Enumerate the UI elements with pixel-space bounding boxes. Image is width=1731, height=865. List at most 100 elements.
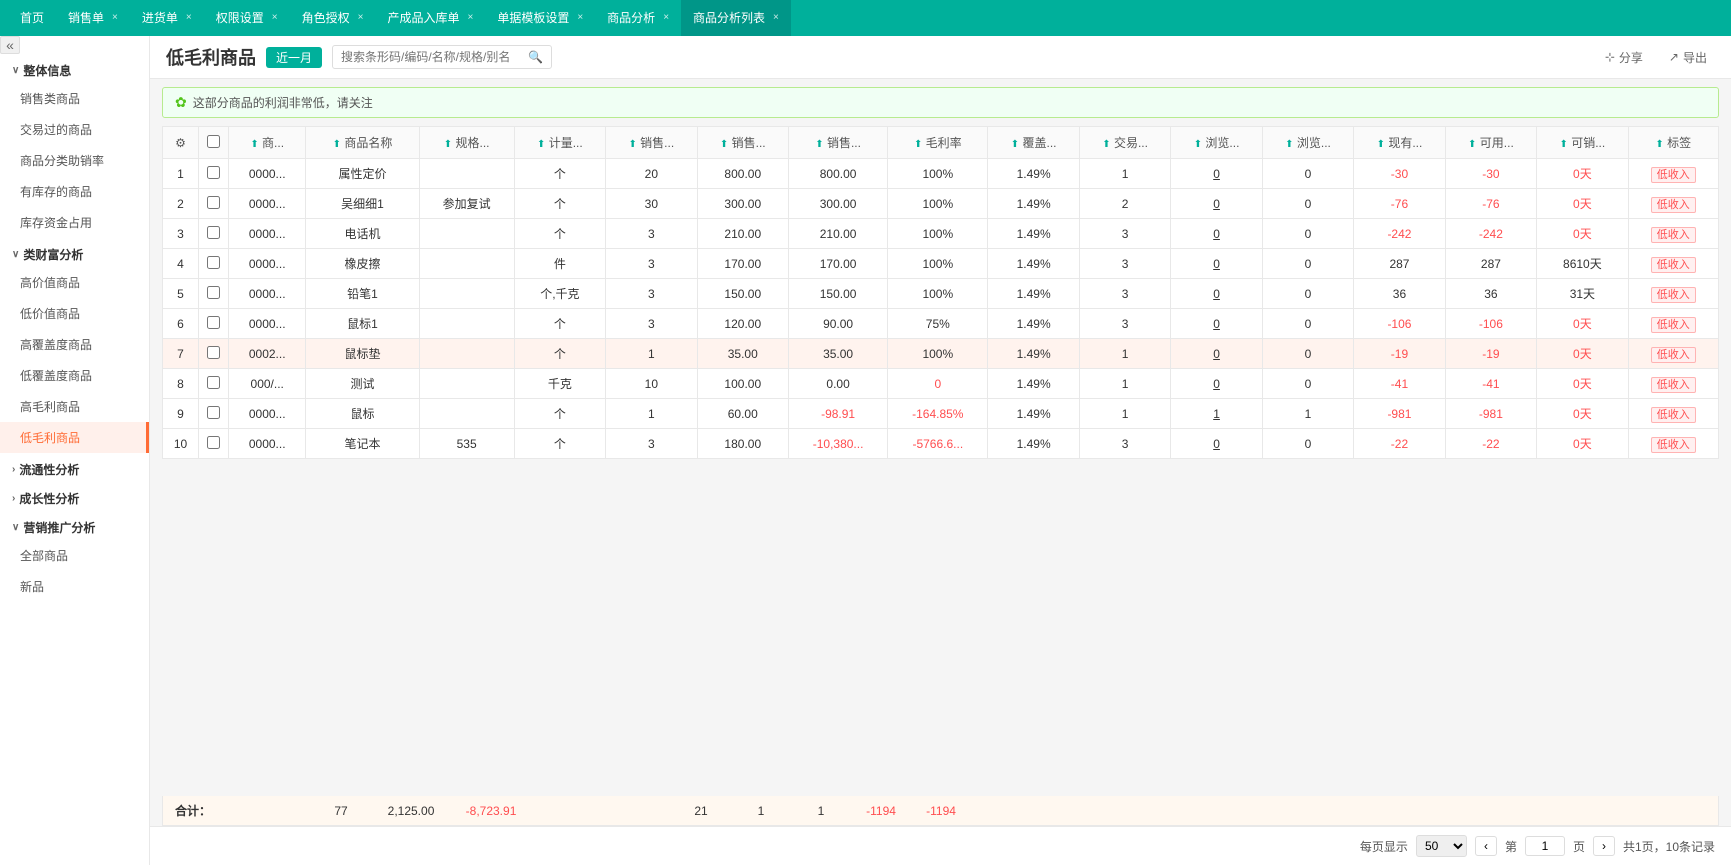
sidebar-item-all-products[interactable]: 全部商品 (0, 540, 149, 571)
cell-checkbox[interactable] (199, 309, 229, 339)
cell-views1[interactable]: 0 (1171, 279, 1262, 309)
cell-checkbox[interactable] (199, 429, 229, 459)
th-unit[interactable]: ⬆ 计量... (514, 127, 605, 159)
cell-checkbox[interactable] (199, 249, 229, 279)
share-button[interactable]: ⊹ 分享 (1597, 45, 1651, 70)
sidebar-item-in-stock[interactable]: 有库存的商品 (0, 176, 149, 207)
sort-icon: ⬆ (1194, 139, 1202, 150)
th-sales-amount[interactable]: ⬆ 销售... (789, 127, 888, 159)
th-name[interactable]: ⬆ 商品名称 (306, 127, 419, 159)
row-checkbox[interactable] (207, 346, 220, 359)
cell-stock-available: 36 (1445, 279, 1536, 309)
sidebar-item-high-margin[interactable]: 高毛利商品 (0, 391, 149, 422)
sidebar-section-wealth[interactable]: ∨ 类财富分析 (0, 238, 149, 267)
sidebar-item-traded-products[interactable]: 交易过的商品 (0, 114, 149, 145)
nav-product-analysis-list[interactable]: 商品分析列表 × (681, 0, 791, 36)
search-icon[interactable]: 🔍 (528, 50, 543, 64)
row-checkbox[interactable] (207, 226, 220, 239)
search-input[interactable] (341, 50, 524, 64)
th-stock-current[interactable]: ⬆ 现有... (1354, 127, 1445, 159)
prev-page-button[interactable]: ‹ (1475, 836, 1497, 856)
sidebar-item-new-products[interactable]: 新品 (0, 571, 149, 602)
th-tag[interactable]: ⬆ 标签 (1628, 127, 1718, 159)
th-sales-price[interactable]: ⬆ 销售... (697, 127, 788, 159)
cell-views1[interactable]: 0 (1171, 369, 1262, 399)
sidebar-collapse-button[interactable]: « (0, 36, 20, 54)
cell-views1[interactable]: 0 (1171, 429, 1262, 459)
sidebar-item-high-coverage[interactable]: 高覆盖度商品 (0, 329, 149, 360)
th-gross-rate[interactable]: ⬆ 毛利率 (888, 127, 988, 159)
cell-checkbox[interactable] (199, 219, 229, 249)
th-stock-saleable[interactable]: ⬆ 可销... (1537, 127, 1628, 159)
th-trade[interactable]: ⬆ 交易... (1079, 127, 1170, 159)
row-checkbox[interactable] (207, 196, 220, 209)
close-icon[interactable]: × (272, 0, 278, 36)
cell-views1[interactable]: 0 (1171, 309, 1262, 339)
sidebar-item-capital-usage[interactable]: 库存资金占用 (0, 207, 149, 238)
cell-checkbox[interactable] (199, 159, 229, 189)
sidebar-item-low-margin[interactable]: 低毛利商品 (0, 422, 149, 453)
sidebar-item-low-coverage[interactable]: 低覆盖度商品 (0, 360, 149, 391)
row-checkbox[interactable] (207, 436, 220, 449)
th-coverage[interactable]: ⬆ 覆盖... (988, 127, 1079, 159)
cell-views1[interactable]: 0 (1171, 219, 1262, 249)
date-badge[interactable]: 近一月 (266, 47, 322, 68)
row-checkbox[interactable] (207, 256, 220, 269)
close-icon[interactable]: × (112, 0, 118, 36)
sidebar-item-high-value[interactable]: 高价值商品 (0, 267, 149, 298)
th-views2[interactable]: ⬆ 浏览... (1262, 127, 1353, 159)
sidebar-section-overall[interactable]: ∨ 整体信息 (0, 54, 149, 83)
th-checkbox[interactable] (199, 127, 229, 159)
cell-stock-saleable: 31天 (1537, 279, 1628, 309)
search-box[interactable]: 🔍 (332, 45, 552, 69)
th-sales-qty[interactable]: ⬆ 销售... (606, 127, 697, 159)
cell-checkbox[interactable] (199, 399, 229, 429)
row-checkbox[interactable] (207, 406, 220, 419)
close-icon[interactable]: × (186, 0, 192, 36)
cell-checkbox[interactable] (199, 279, 229, 309)
cell-views1[interactable]: 0 (1171, 339, 1262, 369)
th-stock-available[interactable]: ⬆ 可用... (1445, 127, 1536, 159)
nav-template-settings[interactable]: 单据模板设置 × (485, 0, 595, 36)
nav-purchase-order[interactable]: 进货单 × (130, 0, 204, 36)
sidebar-section-growth[interactable]: › 成长性分析 (0, 482, 149, 511)
select-all-checkbox[interactable] (207, 135, 220, 148)
nav-sales-order[interactable]: 销售单 × (56, 0, 130, 36)
nav-permission-settings[interactable]: 权限设置 × (204, 0, 290, 36)
export-button[interactable]: ↗ 导出 (1661, 45, 1715, 70)
nav-role-auth[interactable]: 角色授权 × (290, 0, 376, 36)
row-checkbox[interactable] (207, 286, 220, 299)
nav-product-analysis[interactable]: 商品分析 × (595, 0, 681, 36)
th-code[interactable]: ⬆ 商... (229, 127, 306, 159)
close-icon[interactable]: × (663, 0, 669, 36)
cell-checkbox[interactable] (199, 369, 229, 399)
cell-views1[interactable]: 0 (1171, 159, 1262, 189)
sidebar-item-low-value[interactable]: 低价值商品 (0, 298, 149, 329)
cell-views1[interactable]: 0 (1171, 249, 1262, 279)
row-checkbox[interactable] (207, 316, 220, 329)
sidebar-item-sales-products[interactable]: 销售类商品 (0, 83, 149, 114)
close-icon[interactable]: × (467, 0, 473, 36)
next-page-button[interactable]: › (1593, 836, 1615, 856)
cell-views1[interactable]: 1 (1171, 399, 1262, 429)
close-icon[interactable]: × (773, 0, 779, 36)
nav-product-entry[interactable]: 产成品入库单 × (375, 0, 485, 36)
th-settings[interactable]: ⚙ (163, 127, 199, 159)
row-checkbox[interactable] (207, 166, 220, 179)
th-views1[interactable]: ⬆ 浏览... (1171, 127, 1262, 159)
close-icon[interactable]: × (358, 0, 364, 36)
cell-checkbox[interactable] (199, 189, 229, 219)
th-spec[interactable]: ⬆ 规格... (419, 127, 514, 159)
page-number-input[interactable] (1525, 836, 1565, 856)
cell-views1[interactable]: 0 (1171, 189, 1262, 219)
close-icon[interactable]: × (577, 0, 583, 36)
sidebar-section-marketing[interactable]: ∨ 营销推广分析 (0, 511, 149, 540)
sidebar-section-liquidity[interactable]: › 流通性分析 (0, 453, 149, 482)
sidebar-item-category-rate[interactable]: 商品分类助销率 (0, 145, 149, 176)
nav-home[interactable]: 首页 (8, 0, 56, 36)
cell-checkbox[interactable] (199, 339, 229, 369)
sort-icon: ⬆ (1285, 139, 1293, 150)
per-page-select[interactable]: 50 100 200 (1416, 835, 1467, 857)
table-row: 1 0000... 属性定价 个 20 800.00 800.00 100% 1… (163, 159, 1719, 189)
row-checkbox[interactable] (207, 376, 220, 389)
